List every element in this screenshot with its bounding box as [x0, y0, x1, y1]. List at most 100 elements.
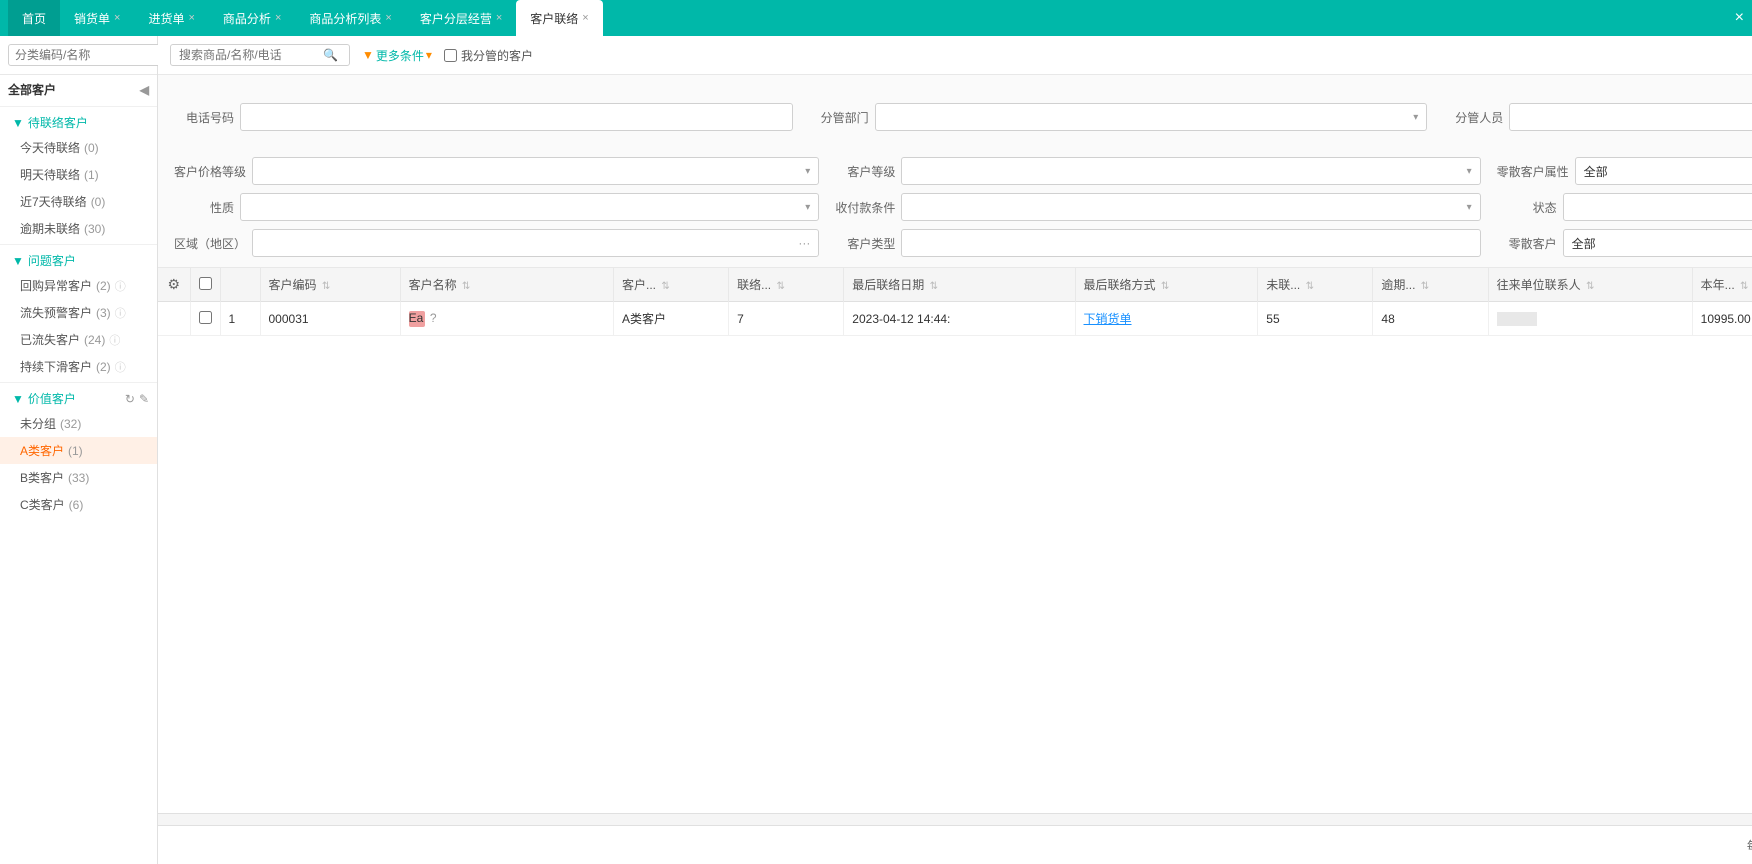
pending-arrow: ▼ — [12, 116, 24, 130]
nav-tab-analysis-list[interactable]: 商品分析列表 × — [295, 0, 405, 36]
row-this-year: 10995.00 — [1692, 302, 1752, 336]
phone-input[interactable] — [240, 103, 793, 131]
filter-search-input[interactable] — [179, 48, 319, 62]
today-count: (0) — [84, 141, 99, 155]
a-class-label: A类客户 — [20, 442, 64, 459]
sidebar-all-customers[interactable]: 全部客户 ◀ — [0, 75, 157, 104]
more-filter-btn[interactable]: ▼ 更多条件 ▾ — [362, 47, 432, 64]
customer-level-arrow: ▾ — [1467, 166, 1472, 177]
close-customer-manage-icon[interactable]: × — [496, 12, 502, 24]
sidebar-item-churned[interactable]: 已流失客户 (24) ⓘ — [0, 326, 157, 353]
row-last-date-value: 2023-04-12 14:44: — [852, 312, 950, 326]
table-gear-icon[interactable]: ⚙ — [167, 276, 180, 292]
advanced-filter-panel: 电话号码 分管部门 ▾ 分管人员 ··· — [158, 75, 1752, 268]
filter-field-phone: 电话号码 — [174, 103, 793, 131]
close-analysis-list-icon[interactable]: × — [385, 12, 391, 24]
value-edit-icon[interactable]: ✎ — [139, 392, 149, 406]
sidebar-group-problem[interactable]: ▼ 问题客户 — [0, 247, 157, 272]
close-customer-contact-icon[interactable]: × — [582, 12, 588, 24]
col-no-contact: 未联... ⇅ — [1258, 268, 1373, 302]
sidebar-item-c-class[interactable]: C类客户 (6) — [0, 491, 157, 518]
sidebar-item-b-class[interactable]: B类客户 (33) — [0, 464, 157, 491]
payment-select[interactable]: ▾ — [901, 193, 1480, 221]
row-checkbox[interactable] — [199, 311, 212, 324]
select-all-checkbox[interactable] — [199, 277, 212, 290]
sidebar-item-today[interactable]: 今天待联络 (0) — [0, 134, 157, 161]
my-customers-checkbox[interactable]: 我分管的客户 — [444, 47, 533, 64]
filter-field-payment: 收付款条件 ▾ — [835, 193, 1480, 221]
value-label: 价值客户 — [28, 390, 76, 407]
my-customers-check[interactable] — [444, 49, 457, 62]
main-area: 🔍 全部客户 ◀ ▼ 待联络客户 今天待联络 (0) 明天待联络 (1) 近7天… — [0, 36, 1752, 864]
close-purchase-icon[interactable]: × — [188, 12, 194, 24]
person-select[interactable]: ··· — [1509, 103, 1752, 131]
phone-label: 电话号码 — [174, 109, 234, 126]
area-label: 区域（地区） — [174, 235, 246, 252]
row-type: A类客户 — [613, 302, 728, 336]
sidebar-item-tomorrow[interactable]: 明天待联络 (1) — [0, 161, 157, 188]
nav-tab-analysis[interactable]: 商品分析 × — [209, 0, 295, 36]
row-overdue: 48 — [1373, 302, 1488, 336]
sidebar-item-a-class[interactable]: A类客户 (1) — [0, 437, 157, 464]
sidebar-item-churn-warning[interactable]: 流失预警客户 (3) ⓘ — [0, 299, 157, 326]
col-seq — [220, 268, 260, 302]
sidebar-item-7days[interactable]: 近7天待联络 (0) — [0, 188, 157, 215]
row-name-value: Ea — [409, 311, 425, 327]
nav-tab-customer-manage[interactable]: 客户分层经营 × — [406, 0, 516, 36]
row-unit-contact-value — [1497, 312, 1537, 326]
row-last-method-link[interactable]: 下销货单 — [1084, 312, 1132, 326]
sidebar-item-repurchase[interactable]: 回购异常客户 (2) ⓘ — [0, 272, 157, 299]
customer-level-select[interactable]: ▾ — [901, 157, 1480, 185]
retail-attr-select[interactable]: 全部 ▾ — [1575, 157, 1752, 185]
close-sales-icon[interactable]: × — [114, 12, 120, 24]
sidebar-search-input[interactable] — [8, 44, 177, 66]
nav-tab-customer-contact[interactable]: 客户联络 × — [516, 0, 602, 36]
sidebar-item-overdue[interactable]: 逾期未联络 (30) — [0, 215, 157, 242]
col-last-date-label: 最后联络日期 — [852, 278, 924, 292]
nav-tab-home[interactable]: 首页 — [8, 0, 60, 36]
nature-select[interactable]: ▾ — [240, 193, 819, 221]
status-select[interactable]: ▾ — [1563, 193, 1752, 221]
col-name-sort: ⇅ — [462, 281, 470, 292]
row-seq-value: 1 — [229, 312, 236, 326]
filter-row-1: 电话号码 分管部门 ▾ 分管人员 ··· — [174, 85, 1752, 149]
nav-tab-sales[interactable]: 销货单 × — [60, 0, 134, 36]
repurchase-info-icon: ⓘ — [115, 278, 126, 294]
today-label: 今天待联络 — [20, 139, 80, 156]
nav-tab-purchase[interactable]: 进货单 × — [134, 0, 208, 36]
sidebar-item-declining[interactable]: 持续下滑客户 (2) ⓘ — [0, 353, 157, 380]
pending-label: 待联络客户 — [28, 114, 88, 131]
content-area: 🔍 ▼ 更多条件 ▾ 我分管的客户 ☑ 批量操作 ⬆ 导出 — [158, 36, 1752, 864]
value-refresh-icon[interactable]: ↻ — [125, 392, 135, 406]
col-type-label: 客户... — [622, 278, 656, 292]
col-this-year: 本年... ⇅ — [1692, 268, 1752, 302]
row-code-value: 000031 — [269, 312, 309, 326]
col-code-sort: ⇅ — [322, 281, 330, 292]
price-level-select[interactable]: ▾ — [252, 157, 819, 185]
sidebar-collapse-icon: ◀ — [140, 83, 149, 97]
window-close-icon[interactable]: × — [1735, 9, 1744, 27]
close-analysis-icon[interactable]: × — [275, 12, 281, 24]
row-unit-contact — [1488, 302, 1692, 336]
sidebar-group-value[interactable]: ▼ 价值客户 ↻ ✎ — [0, 385, 157, 410]
horizontal-scrollbar[interactable] — [158, 813, 1752, 825]
ungroup-label: 未分组 — [20, 415, 56, 432]
churn-warning-count: (3) — [96, 306, 111, 320]
churn-warning-info-icon: ⓘ — [115, 305, 126, 321]
status-label: 状态 — [1497, 199, 1557, 216]
filter-search-icon[interactable]: 🔍 — [323, 48, 338, 62]
customer-type-select[interactable] — [901, 229, 1480, 257]
dept-label: 分管部门 — [809, 109, 869, 126]
nav-tab-customer-contact-label: 客户联络 — [530, 10, 578, 27]
col-check — [190, 268, 220, 302]
retail-customer-select[interactable]: 全部 ▾ — [1563, 229, 1752, 257]
area-select[interactable]: ··· — [252, 229, 819, 257]
row-check-cell — [190, 302, 220, 336]
dept-select[interactable]: ▾ — [875, 103, 1428, 131]
row-name: Ea ? — [400, 302, 613, 336]
nav-tab-sales-label: 销货单 — [74, 10, 110, 27]
col-overdue-sort: ⇅ — [1421, 281, 1429, 292]
sidebar-item-ungroup[interactable]: 未分组 (32) — [0, 410, 157, 437]
b-class-count: (33) — [68, 471, 89, 485]
sidebar-group-pending[interactable]: ▼ 待联络客户 — [0, 109, 157, 134]
